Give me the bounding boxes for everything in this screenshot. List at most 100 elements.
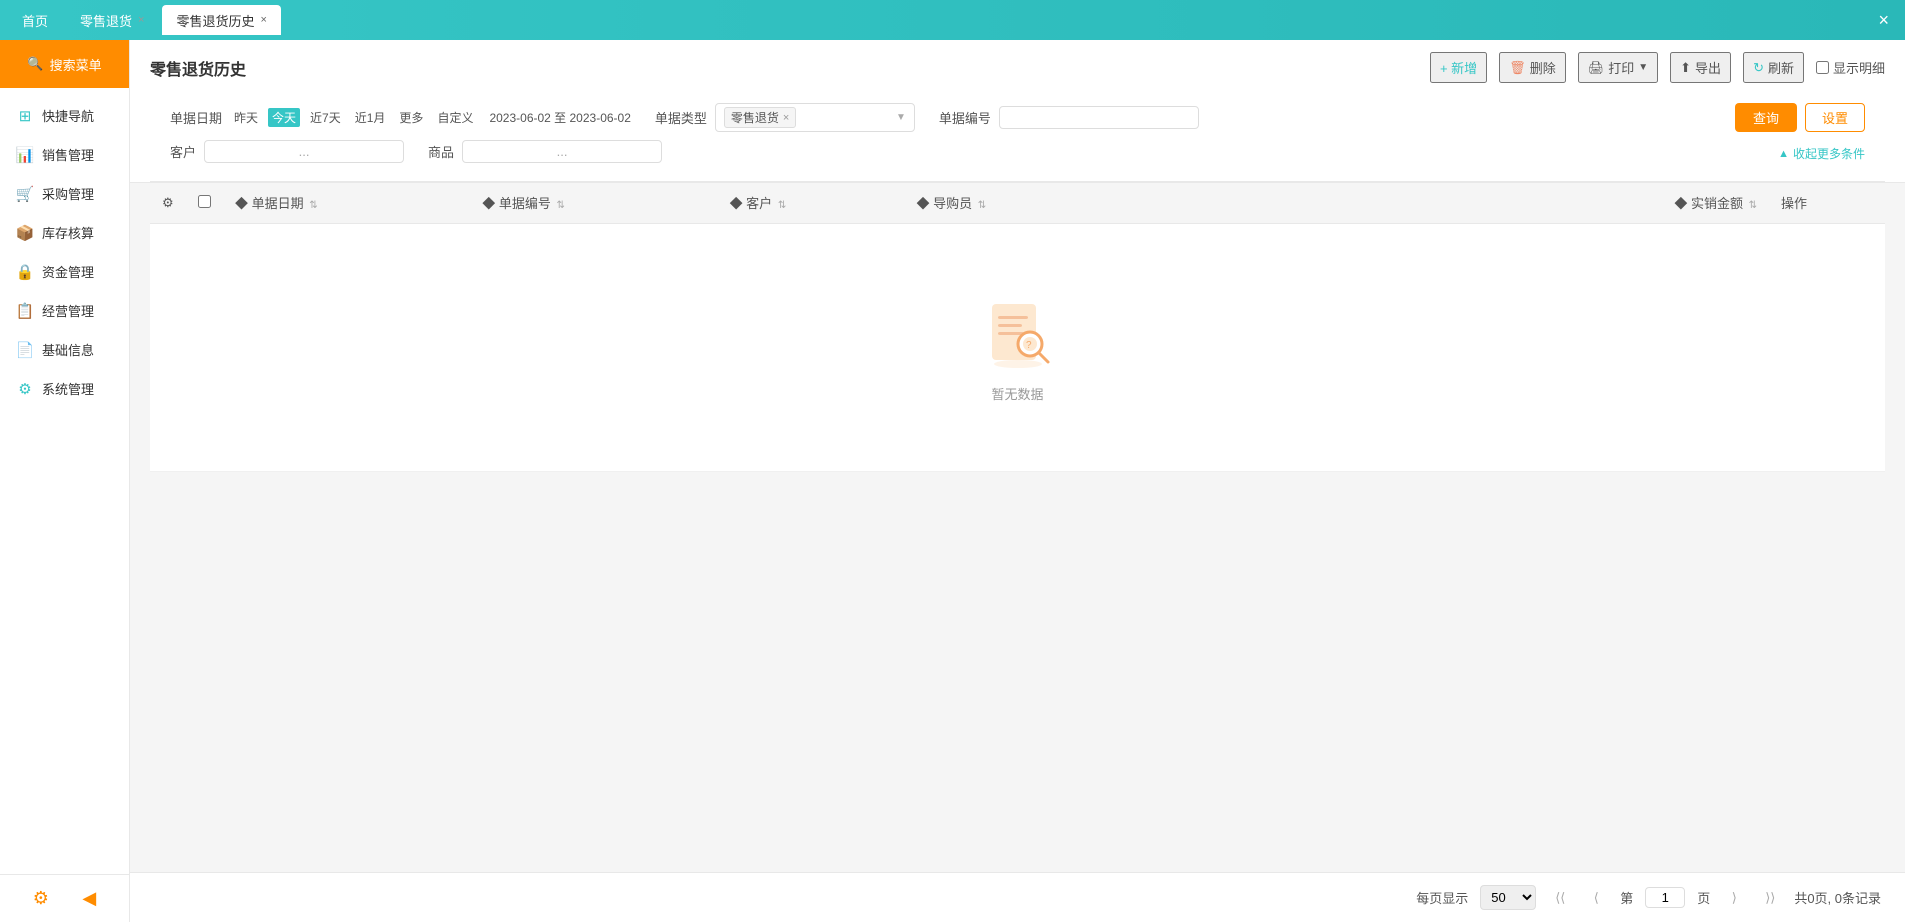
sidebar-item-operations[interactable]: 📋 经营管理 xyxy=(0,291,129,330)
sidebar-collapse-button[interactable]: ◀ xyxy=(82,888,96,909)
sidebar-item-label: 库存核算 xyxy=(42,223,94,242)
setting-button[interactable]: 设置 xyxy=(1805,103,1865,132)
filter-area: 单据日期 昨天 今天 近7天 近1月 更多 自定义 2023-06-02 至 2… xyxy=(150,93,1885,182)
print-button[interactable]: 🖨 打印 ▼ xyxy=(1578,52,1658,83)
tab-return-close[interactable]: × xyxy=(138,14,144,26)
first-page-button[interactable]: ⟨⟨ xyxy=(1548,886,1572,910)
sidebar-item-label: 经营管理 xyxy=(42,301,94,320)
empty-icon: ? xyxy=(978,292,1058,372)
tab-return-label: 零售退货 xyxy=(80,11,132,30)
col-amount-label: ◆ 实销金额 xyxy=(1674,196,1743,211)
finance-icon: 🔒 xyxy=(16,263,34,281)
sidebar-item-quick-nav[interactable]: ⊞ 快捷导航 xyxy=(0,96,129,135)
date-opt-yesterday[interactable]: 昨天 xyxy=(230,108,262,127)
date-opt-1month[interactable]: 近1月 xyxy=(351,108,390,127)
tab-return-history[interactable]: 零售退货历史 × xyxy=(162,5,280,35)
page-number-input[interactable] xyxy=(1645,887,1685,908)
col-checkbox xyxy=(186,183,223,223)
date-opt-today[interactable]: 今天 xyxy=(268,108,300,127)
delete-button[interactable]: 🗑 删除 xyxy=(1499,52,1566,83)
refresh-button[interactable]: ↻ 刷新 xyxy=(1743,52,1804,83)
data-table: ⚙ ◆ 单据日期 ⇅ ◆ 单据编号 ⇅ xyxy=(150,183,1885,472)
print-button-label: 打印 xyxy=(1608,58,1634,77)
system-icon: ⚙ xyxy=(16,380,34,398)
sidebar-settings-button[interactable]: ⚙ xyxy=(33,888,49,909)
select-all-checkbox[interactable] xyxy=(198,195,211,208)
col-action-label: 操作 xyxy=(1781,196,1807,211)
col-date: ◆ 单据日期 ⇅ xyxy=(223,183,470,223)
page-title: 零售退货历史 xyxy=(150,56,246,80)
tab-return-history-label: 零售退货历史 xyxy=(176,11,254,30)
col-guide: ◆ 导购员 ⇅ xyxy=(905,183,1122,223)
voucher-type-tag: 零售退货 × xyxy=(724,107,796,128)
date-opt-7days[interactable]: 近7天 xyxy=(306,108,345,127)
next-page-button[interactable]: ⟩ xyxy=(1722,886,1746,910)
sidebar-search[interactable]: 🔍 搜索菜单 xyxy=(0,40,129,88)
query-button[interactable]: 查询 xyxy=(1735,103,1797,132)
col-no: ◆ 单据编号 ⇅ xyxy=(470,183,717,223)
filter-row-1: 单据日期 昨天 今天 近7天 近1月 更多 自定义 2023-06-02 至 2… xyxy=(170,103,1865,132)
voucher-type-select[interactable]: 零售退货 × ▼ xyxy=(715,103,915,132)
date-filter-label: 单据日期 xyxy=(170,108,222,127)
voucher-no-label: 单据编号 xyxy=(939,108,991,127)
page-label: 第 xyxy=(1620,888,1633,907)
print-dropdown-icon: ▼ xyxy=(1638,62,1648,73)
empty-text: 暂无数据 xyxy=(991,384,1043,403)
total-record-count: 共0页, 0条记录 xyxy=(1794,888,1881,907)
sidebar: 🔍 搜索菜单 ⊞ 快捷导航 📊 销售管理 🛒 采购管理 📦 库存核算 🔒 xyxy=(0,40,130,922)
sidebar-item-purchase-mgmt[interactable]: 🛒 采购管理 xyxy=(0,174,129,213)
goods-select[interactable]: ... xyxy=(462,140,662,163)
col-no-sort-icon[interactable]: ⇅ xyxy=(557,200,565,211)
col-guide-sort-icon[interactable]: ⇅ xyxy=(978,200,986,211)
tab-list: 首页 零售退货 × 零售退货历史 × xyxy=(8,5,1870,35)
goods-filter: 商品 ... xyxy=(428,140,662,163)
sidebar-menu: ⊞ 快捷导航 📊 销售管理 🛒 采购管理 📦 库存核算 🔒 资金管理 📋 xyxy=(0,88,129,874)
customer-select[interactable]: ... xyxy=(204,140,404,163)
window-close-button[interactable]: × xyxy=(1870,10,1897,31)
sidebar-item-sales-mgmt[interactable]: 📊 销售管理 xyxy=(0,135,129,174)
voucher-type-value: 零售退货 xyxy=(731,109,779,126)
tab-return[interactable]: 零售退货 × xyxy=(66,5,158,35)
date-opt-custom[interactable]: 自定义 xyxy=(433,108,477,127)
new-button[interactable]: + 新增 xyxy=(1430,52,1487,83)
basic-info-icon: 📄 xyxy=(16,341,34,359)
show-detail-checkbox[interactable] xyxy=(1816,61,1829,74)
col-customer: ◆ 客户 ⇅ xyxy=(718,183,905,223)
sidebar-search-label: 搜索菜单 xyxy=(50,55,102,74)
col-action: 操作 xyxy=(1769,183,1885,223)
sidebar-item-label: 资金管理 xyxy=(42,262,94,281)
voucher-no-input[interactable] xyxy=(999,106,1199,129)
filter-row-2: 客户 ... 商品 ... ▲ 收起更多条件 xyxy=(170,140,1865,163)
export-button[interactable]: ⬆ 导出 xyxy=(1670,52,1731,83)
sidebar-item-system-mgmt[interactable]: ⚙ 系统管理 xyxy=(0,369,129,408)
date-options: 昨天 今天 近7天 近1月 更多 自定义 xyxy=(230,108,477,127)
goods-label: 商品 xyxy=(428,142,454,161)
prev-page-button[interactable]: ⟨ xyxy=(1584,886,1608,910)
tab-home[interactable]: 首页 xyxy=(8,5,62,35)
collapse-label: 收起更多条件 xyxy=(1793,145,1865,162)
collapse-filter-button[interactable]: ▲ 收起更多条件 xyxy=(1778,141,1865,162)
col-spacer xyxy=(1122,183,1522,223)
col-customer-sort-icon[interactable]: ⇅ xyxy=(778,200,786,211)
page-suffix: 页 xyxy=(1697,888,1710,907)
empty-row: ? 暂无数据 xyxy=(150,223,1885,471)
date-opt-more[interactable]: 更多 xyxy=(395,108,427,127)
column-settings-icon[interactable]: ⚙ xyxy=(162,195,174,210)
export-button-label: 导出 xyxy=(1695,58,1721,77)
main-layout: 🔍 搜索菜单 ⊞ 快捷导航 📊 销售管理 🛒 采购管理 📦 库存核算 🔒 xyxy=(0,40,1905,922)
sidebar-item-inventory[interactable]: 📦 库存核算 xyxy=(0,213,129,252)
col-date-sort-icon[interactable]: ⇅ xyxy=(309,200,317,211)
inventory-icon: 📦 xyxy=(16,224,34,242)
tab-return-history-close[interactable]: × xyxy=(260,14,266,26)
last-page-button[interactable]: ⟩⟩ xyxy=(1758,886,1782,910)
per-page-select[interactable]: 10 20 50 100 xyxy=(1480,885,1536,910)
sidebar-item-basic-info[interactable]: 📄 基础信息 xyxy=(0,330,129,369)
svg-text:?: ? xyxy=(1026,340,1032,351)
sales-icon: 📊 xyxy=(16,146,34,164)
col-date-label: ◆ 单据日期 xyxy=(235,196,304,211)
table-area: ⚙ ◆ 单据日期 ⇅ ◆ 单据编号 ⇅ xyxy=(130,183,1905,872)
sidebar-item-finance[interactable]: 🔒 资金管理 xyxy=(0,252,129,291)
table-body: ? 暂无数据 xyxy=(150,223,1885,471)
voucher-type-remove[interactable]: × xyxy=(783,112,789,124)
col-amount-sort-icon[interactable]: ⇅ xyxy=(1749,200,1757,211)
